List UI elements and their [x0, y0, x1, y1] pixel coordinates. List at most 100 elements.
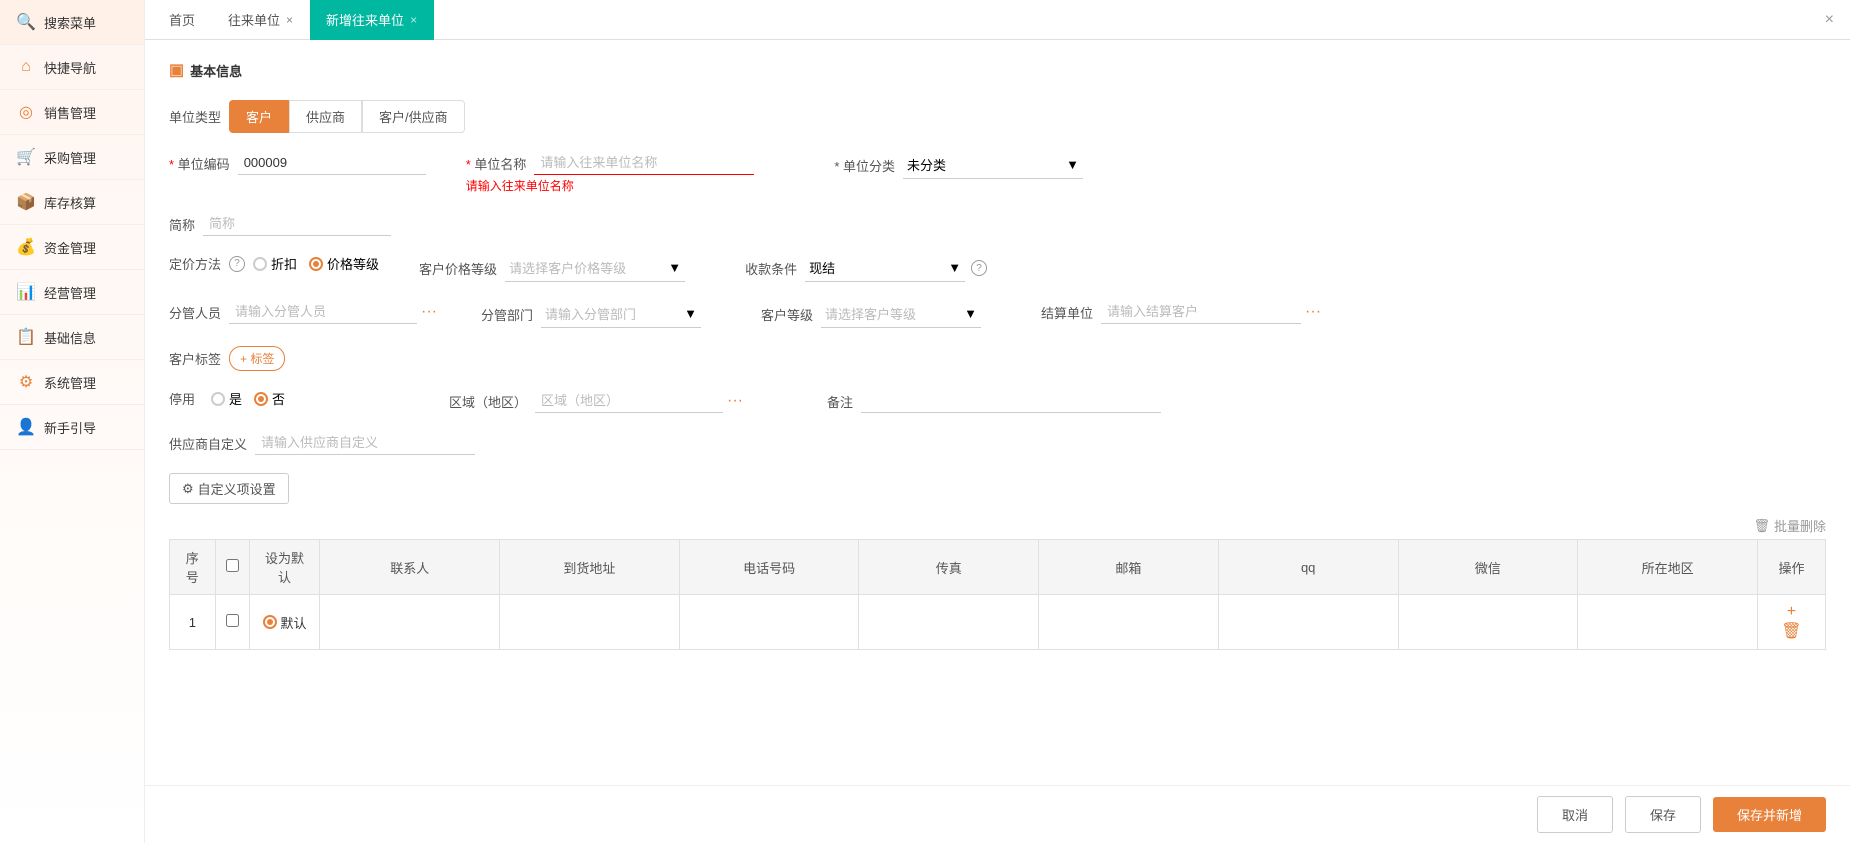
tab-partners[interactable]: 往来单位 × [212, 0, 310, 40]
col-default: 设为默认 [249, 540, 320, 595]
customer-tag-group: 客户标签 + 标签 [169, 346, 369, 371]
sidebar-item-guide[interactable]: 👤 新手引导 [0, 405, 144, 450]
delete-row-btn[interactable]: 🗑 [1777, 623, 1805, 640]
contact-input[interactable] [330, 615, 489, 630]
supplier-custom-label: 供应商自定义 [169, 434, 247, 453]
sidebar-item-basic[interactable]: 📋 基础信息 [0, 315, 144, 360]
supplier-custom-input[interactable] [255, 431, 475, 455]
alias-row: 简称 [169, 212, 1826, 236]
default-radio[interactable]: 默认 [260, 613, 310, 632]
tab-new-partner-close[interactable]: × [410, 13, 417, 27]
select-all-checkbox[interactable] [226, 559, 239, 572]
unit-type-customer[interactable]: 客户 [229, 100, 289, 133]
remark-input[interactable] [861, 389, 1161, 413]
sidebar-item-quicknav[interactable]: ⌂ 快捷导航 [0, 45, 144, 90]
region-label: 区域（地区） [449, 392, 527, 411]
customer-level-label: 客户等级 [761, 305, 813, 324]
unit-code-label: 单位编码 [169, 154, 230, 173]
phone-input[interactable] [690, 615, 849, 630]
tag-row: 客户标签 + 标签 [169, 346, 1826, 371]
code-name-category-row: 单位编码 单位名称 请输入往来单位名称 * 单位分类 未分类 ▼ [169, 151, 1826, 194]
custom-settings-label: 自定义项设置 [198, 479, 276, 498]
save-new-button[interactable]: 保存并新增 [1713, 797, 1826, 832]
address-input[interactable] [510, 615, 669, 630]
wechat-input[interactable] [1409, 615, 1568, 630]
chevron-down-icon2: ▼ [668, 260, 681, 275]
table-header-row: 序号 设为默认 联系人 到货地址 电话号码 传真 邮箱 qq 微信 所在地区 操… [170, 540, 1826, 595]
col-wechat: 微信 [1398, 540, 1578, 595]
cell-default: 默认 [249, 595, 320, 650]
unit-code-input[interactable] [238, 151, 426, 175]
pricing-level[interactable]: 价格等级 [309, 254, 379, 273]
add-tag-button[interactable]: + 标签 [229, 346, 285, 371]
manager-group: 分管人员 ··· [169, 300, 441, 324]
unit-category-select[interactable]: 未分类 ▼ [903, 151, 1083, 179]
sidebar-item-search[interactable]: 🔍 搜索菜单 [0, 0, 144, 45]
customer-price-level-placeholder: 请选择客户价格等级 [509, 258, 668, 277]
customer-level-placeholder: 请选择客户等级 [825, 304, 964, 323]
pricing-help-icon[interactable]: ? [229, 256, 245, 272]
discount-label: 折扣 [271, 254, 297, 273]
table-row: 1 默认 [170, 595, 1826, 650]
cell-fax [859, 595, 1039, 650]
customer-tag-label: 客户标签 [169, 349, 221, 368]
email-input[interactable] [1049, 615, 1208, 630]
settlement-more-btn[interactable]: ··· [1301, 303, 1325, 321]
close-all-tabs[interactable]: × [1817, 11, 1842, 29]
cell-wechat [1398, 595, 1578, 650]
sidebar-item-inventory[interactable]: 📦 库存核算 [0, 180, 144, 225]
qq-input[interactable] [1229, 615, 1388, 630]
section-title-text: 基本信息 [190, 61, 242, 80]
payment-terms-group: 收款条件 现结 ▼ ? [745, 254, 987, 282]
settlement-label: 结算单位 [1041, 303, 1093, 322]
alias-input[interactable] [203, 212, 391, 236]
section-icon: ▣ [169, 60, 184, 80]
unit-name-input[interactable] [534, 151, 754, 175]
payment-help-icon[interactable]: ? [971, 260, 987, 276]
payment-terms-select[interactable]: 现结 ▼ [805, 254, 965, 282]
pricing-discount[interactable]: 折扣 [253, 254, 297, 273]
unit-type-label: 单位类型 [169, 107, 221, 126]
contacts-table: 序号 设为默认 联系人 到货地址 电话号码 传真 邮箱 qq 微信 所在地区 操… [169, 539, 1826, 650]
manager-label: 分管人员 [169, 303, 221, 322]
custom-settings-button[interactable]: ⚙ 自定义项设置 [169, 473, 289, 504]
unit-type-supplier[interactable]: 供应商 [289, 100, 362, 133]
row-checkbox[interactable] [226, 614, 239, 627]
disabled-yes[interactable]: 是 [211, 389, 242, 408]
col-qq: qq [1218, 540, 1398, 595]
customer-level-select[interactable]: 请选择客户等级 ▼ [821, 300, 981, 328]
save-button[interactable]: 保存 [1625, 796, 1701, 833]
fax-input[interactable] [869, 615, 1028, 630]
customer-price-level-select[interactable]: 请选择客户价格等级 ▼ [505, 254, 685, 282]
tab-home[interactable]: 首页 [153, 0, 212, 40]
sidebar-item-system[interactable]: ⚙ 系统管理 [0, 360, 144, 405]
sidebar-item-sales[interactable]: ◎ 销售管理 [0, 90, 144, 135]
form-content: ▣ 基本信息 单位类型 客户 供应商 客户/供应商 单位编码 单位名称 [145, 40, 1850, 785]
region-more-btn[interactable]: ··· [723, 392, 747, 410]
cell-region [1578, 595, 1758, 650]
unit-type-row: 单位类型 客户 供应商 客户/供应商 [169, 100, 1826, 133]
settlement-group: 结算单位 ··· [1041, 300, 1325, 324]
tab-new-partner[interactable]: 新增往来单位 × [310, 0, 434, 40]
manager-input[interactable] [229, 300, 417, 324]
tab-partners-close[interactable]: × [286, 13, 293, 27]
sidebar-item-finance[interactable]: 💰 资金管理 [0, 225, 144, 270]
manager-more-btn[interactable]: ··· [417, 303, 441, 321]
tab-partners-label: 往来单位 [228, 10, 280, 29]
disabled-no[interactable]: 否 [254, 389, 285, 408]
basic-icon: 📋 [16, 327, 36, 347]
batch-delete-btn[interactable]: 🗑 批量删除 [1753, 516, 1826, 535]
department-select[interactable]: 请输入分管部门 ▼ [541, 300, 701, 328]
cancel-button[interactable]: 取消 [1537, 796, 1613, 833]
row-region-input[interactable] [1588, 615, 1747, 630]
tab-new-partner-label: 新增往来单位 [326, 10, 404, 29]
unit-type-both[interactable]: 客户/供应商 [362, 100, 465, 133]
sidebar-item-operations[interactable]: 📊 经营管理 [0, 270, 144, 315]
region-input[interactable] [535, 389, 723, 413]
default-radio-circle [263, 615, 277, 629]
settlement-input[interactable] [1101, 300, 1301, 324]
cell-checkbox [215, 595, 249, 650]
add-row-btn[interactable]: + [1783, 603, 1800, 620]
sidebar-item-purchase[interactable]: 🛒 采购管理 [0, 135, 144, 180]
sidebar-item-label: 库存核算 [44, 193, 96, 212]
